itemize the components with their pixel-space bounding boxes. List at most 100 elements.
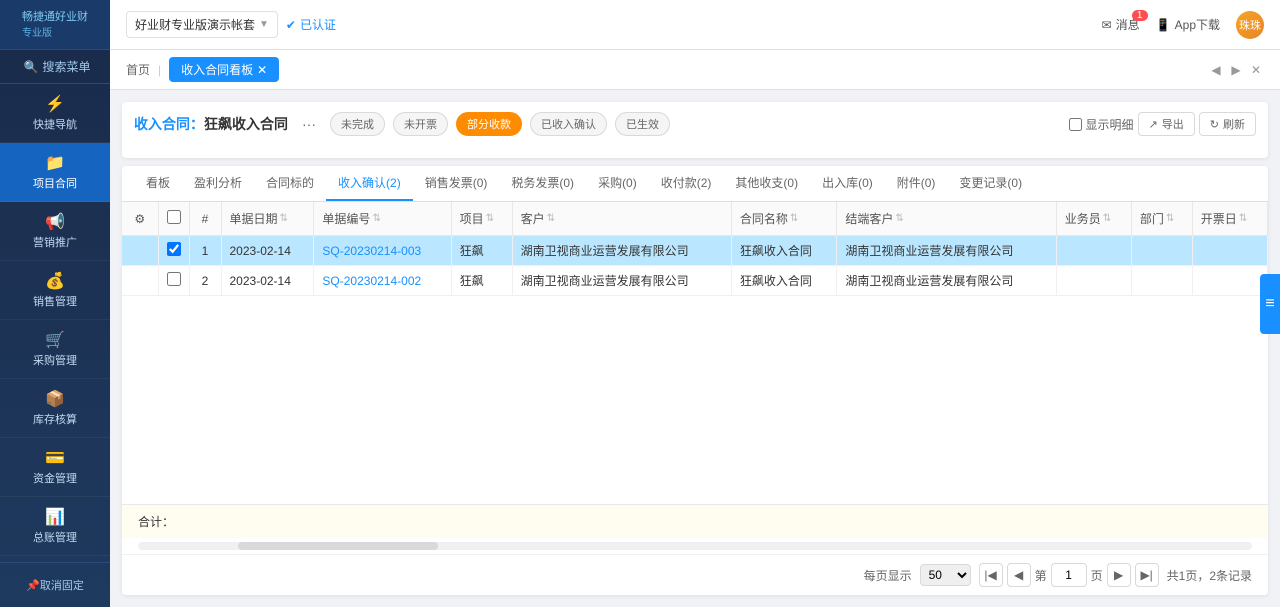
message-badge: 1 bbox=[1132, 10, 1148, 21]
refresh-label: 刷新 bbox=[1223, 116, 1245, 132]
contract-title: 收入合同：狂飙收入合同 bbox=[134, 114, 288, 134]
row2-end-customer: 湖南卫视商业运营发展有限公司 bbox=[837, 266, 1056, 296]
status-effective[interactable]: 已生效 bbox=[615, 112, 670, 136]
sidebar-item-finance[interactable]: 💳 资金管理 bbox=[0, 438, 110, 497]
nav-close-button[interactable]: ✕ bbox=[1248, 62, 1264, 78]
next-page-button[interactable]: ▶ bbox=[1107, 563, 1131, 587]
tab-payment[interactable]: 收付款(2) bbox=[649, 166, 724, 201]
sidebar-search[interactable]: 🔍 搜索菜单 bbox=[0, 50, 110, 84]
scroll-thumb[interactable] bbox=[238, 542, 438, 550]
select-all-checkbox[interactable] bbox=[167, 210, 181, 224]
app-download-label: App下载 bbox=[1175, 16, 1220, 33]
message-action[interactable]: ✉ 1 消息 bbox=[1102, 16, 1140, 33]
col-customer[interactable]: 客户⇅ bbox=[512, 202, 731, 236]
sidebar-item-quick-nav[interactable]: ⚡ 快捷导航 bbox=[0, 84, 110, 143]
sidebar-bottom: 📌 取消固定 bbox=[0, 562, 110, 607]
refresh-button[interactable]: ↻ 刷新 bbox=[1199, 112, 1256, 136]
display-detail-input[interactable] bbox=[1069, 118, 1082, 131]
sort-date-icon: ⇅ bbox=[280, 213, 288, 224]
export-button[interactable]: ↗ 导出 bbox=[1138, 112, 1195, 136]
sidebar-item-marketing[interactable]: 📢 营销推广 bbox=[0, 202, 110, 261]
more-options-button[interactable]: ··· bbox=[296, 116, 322, 132]
company-selector[interactable]: 好业财专业版演示帐套 ▼ bbox=[126, 11, 278, 38]
sidebar-item-inventory[interactable]: 📦 库存核算 bbox=[0, 379, 110, 438]
sort-docno-icon: ⇅ bbox=[372, 213, 380, 224]
nav-next-button[interactable]: ▶ bbox=[1228, 62, 1244, 78]
col-doc-no[interactable]: 单据编号⇅ bbox=[314, 202, 451, 236]
col-settings[interactable]: ⚙ bbox=[122, 202, 158, 236]
pin-icon: 📌 bbox=[26, 579, 40, 592]
data-table: ⚙ # 单据日期⇅ 单据编号⇅ bbox=[122, 202, 1268, 296]
right-panel-toggle[interactable]: ≡ bbox=[1260, 274, 1280, 334]
row1-doc-link[interactable]: SQ-20230214-003 bbox=[322, 244, 421, 258]
user-profile[interactable]: 珠珠 bbox=[1236, 11, 1264, 39]
row2-doc-link[interactable]: SQ-20230214-002 bbox=[322, 274, 421, 288]
row2-checkbox[interactable] bbox=[158, 266, 189, 296]
tab-attachment[interactable]: 附件(0) bbox=[885, 166, 948, 201]
contract-status-bar: 未完成 未开票 部分收款 已收入确认 已生效 bbox=[330, 112, 670, 136]
table-row[interactable]: 1 2023-02-14 SQ-20230214-003 狂飙 湖南卫视商业运营… bbox=[122, 236, 1268, 266]
row2-salesperson bbox=[1056, 266, 1131, 296]
status-uncompleted[interactable]: 未完成 bbox=[330, 112, 385, 136]
row1-doc-no[interactable]: SQ-20230214-003 bbox=[314, 236, 451, 266]
tab-change-log[interactable]: 变更记录(0) bbox=[947, 166, 1034, 201]
prev-page-button[interactable]: ◀ bbox=[1007, 563, 1031, 587]
tab-tax-invoice[interactable]: 税务发票(0) bbox=[499, 166, 586, 201]
sort-endcust-icon: ⇅ bbox=[895, 213, 903, 224]
col-open-date[interactable]: 开票日⇅ bbox=[1192, 202, 1267, 236]
page-number-input[interactable] bbox=[1051, 563, 1087, 587]
tab-purchase[interactable]: 采购(0) bbox=[586, 166, 649, 201]
tab-dashboard[interactable]: 看板 bbox=[134, 166, 182, 201]
tab-sales-invoice[interactable]: 销售发票(0) bbox=[413, 166, 500, 201]
sidebar-item-sales[interactable]: 💰 销售管理 bbox=[0, 261, 110, 320]
sidebar-item-ledger[interactable]: 📊 总账管理 bbox=[0, 497, 110, 556]
col-end-customer[interactable]: 结端客户⇅ bbox=[837, 202, 1056, 236]
sort-contract-icon: ⇅ bbox=[790, 213, 798, 224]
row2-number: 2 bbox=[189, 266, 221, 296]
tab-contract-item[interactable]: 合同标的 bbox=[254, 166, 326, 201]
marketing-label: 营销推广 bbox=[33, 234, 77, 250]
finance-label: 资金管理 bbox=[33, 470, 77, 486]
status-partial-received[interactable]: 部分收款 bbox=[456, 112, 522, 136]
home-breadcrumb[interactable]: 首页 bbox=[126, 61, 150, 78]
display-detail-label: 显示明细 bbox=[1086, 116, 1134, 133]
tab-other-income[interactable]: 其他收支(0) bbox=[723, 166, 810, 201]
col-department[interactable]: 部门⇅ bbox=[1131, 202, 1192, 236]
col-salesperson[interactable]: 业务员⇅ bbox=[1056, 202, 1131, 236]
sort-sales-icon: ⇅ bbox=[1103, 213, 1111, 224]
col-checkbox[interactable] bbox=[158, 202, 189, 236]
app-download-action[interactable]: 📱 App下载 bbox=[1156, 16, 1220, 33]
sidebar-pin-toggle[interactable]: 📌 取消固定 bbox=[4, 571, 106, 599]
status-uninvoiced[interactable]: 未开票 bbox=[393, 112, 448, 136]
nav-prev-button[interactable]: ◀ bbox=[1208, 62, 1224, 78]
col-project[interactable]: 项目⇅ bbox=[451, 202, 512, 236]
active-nav-tab[interactable]: 收入合同看板 ✕ bbox=[169, 57, 279, 82]
col-date[interactable]: 单据日期⇅ bbox=[221, 202, 314, 236]
table-row[interactable]: 2 2023-02-14 SQ-20230214-002 狂飙 湖南卫视商业运营… bbox=[122, 266, 1268, 296]
inventory-icon: 📦 bbox=[45, 389, 65, 409]
tab-warehouse[interactable]: 出入库(0) bbox=[810, 166, 885, 201]
sidebar-item-purchase[interactable]: 🛒 采购管理 bbox=[0, 320, 110, 379]
display-detail-checkbox[interactable]: 显示明细 bbox=[1069, 116, 1134, 133]
first-page-button[interactable]: |◀ bbox=[979, 563, 1003, 587]
last-page-button[interactable]: ▶| bbox=[1135, 563, 1159, 587]
status-income-confirmed[interactable]: 已收入确认 bbox=[530, 112, 607, 136]
col-contract-name[interactable]: 合同名称⇅ bbox=[731, 202, 837, 236]
tab-close-button[interactable]: ✕ bbox=[257, 63, 267, 77]
row1-checkbox[interactable] bbox=[158, 236, 189, 266]
row2-doc-no[interactable]: SQ-20230214-002 bbox=[314, 266, 451, 296]
col-end-customer-label: 结端客户 bbox=[845, 210, 893, 227]
search-label: 搜索菜单 bbox=[42, 58, 90, 75]
avatar-text: 珠珠 bbox=[1239, 17, 1261, 33]
sidebar-item-project[interactable]: 📁 项目合同 bbox=[0, 143, 110, 202]
col-open-date-label: 开票日 bbox=[1201, 210, 1237, 227]
row1-open-date bbox=[1192, 236, 1267, 266]
tab-income-confirm[interactable]: 收入确认(2) bbox=[326, 166, 413, 201]
tab-profit[interactable]: 盈利分析 bbox=[182, 166, 254, 201]
settings-icon[interactable]: ⚙ bbox=[134, 212, 145, 226]
col-department-label: 部门 bbox=[1140, 210, 1164, 227]
per-page-select[interactable]: 50 100 200 bbox=[920, 564, 971, 586]
page-unit: 页 bbox=[1091, 567, 1103, 584]
horizontal-scrollbar[interactable] bbox=[138, 542, 1252, 550]
sort-project-icon: ⇅ bbox=[486, 213, 494, 224]
